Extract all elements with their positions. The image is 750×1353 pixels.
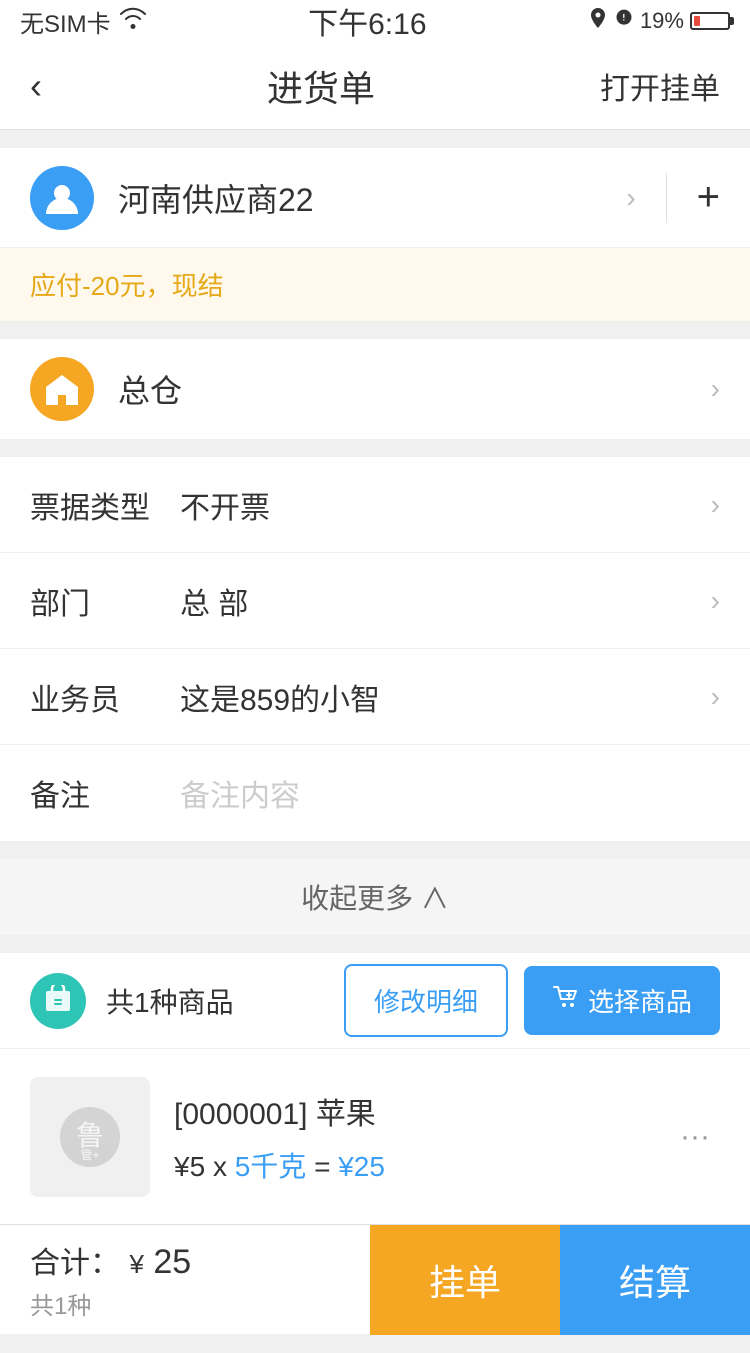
bottom-total: 合计： ¥ 25 共1种: [0, 1238, 370, 1321]
bottom-bar: 合计： ¥ 25 共1种 挂单 结算: [0, 1224, 750, 1334]
warehouse-name: 总仓: [118, 366, 711, 412]
total-amount-display: 合计： ¥ 25: [30, 1238, 370, 1282]
quantity-value: 5千克: [235, 1151, 307, 1182]
warehouse-row[interactable]: 总仓 ›: [0, 339, 750, 439]
supplier-chevron-icon: ›: [626, 182, 635, 214]
total-number: 25: [153, 1243, 191, 1281]
invoice-type-value: 不开票: [170, 483, 711, 527]
status-bar: 无SIM卡 下午6:16 19%: [0, 0, 750, 42]
department-label: 部门: [30, 579, 170, 623]
warehouse-icon: [30, 357, 94, 421]
edit-detail-button[interactable]: 修改明细: [344, 964, 508, 1037]
salesperson-label: 业务员: [30, 675, 170, 719]
location-icon: [588, 8, 608, 34]
svg-text:鲁: 鲁: [76, 1120, 104, 1151]
product-code: [0000001]: [174, 1098, 307, 1131]
product-count-text: 共1种商品: [106, 981, 344, 1021]
salesperson-value: 这是859的小智: [170, 675, 711, 719]
department-row[interactable]: 部门 总 部 ›: [0, 553, 750, 649]
product-header: 共1种商品 修改明细 选择商品: [0, 953, 750, 1049]
salesperson-chevron-icon: ›: [711, 681, 720, 713]
product-price: ¥5 x 5千克 = ¥25: [174, 1145, 670, 1185]
status-right: 19%: [588, 8, 730, 34]
price-multiply: x: [213, 1151, 235, 1182]
svg-text:管+: 管+: [80, 1147, 99, 1162]
alarm-icon: [614, 8, 634, 34]
select-product-button[interactable]: 选择商品: [524, 966, 720, 1035]
wifi-icon: [119, 7, 147, 36]
product-item: 鲁 管+ [0000001] 苹果 ¥5 x 5千克 = ¥25 ···: [0, 1049, 750, 1225]
department-chevron-icon: ›: [711, 585, 720, 617]
collapse-text: 收起更多 ∧: [301, 877, 449, 917]
nav-bar: ‹ 进货单 打开挂单: [0, 42, 750, 130]
supplier-row[interactable]: 河南供应商22 › +: [0, 148, 750, 248]
supplier-name: 河南供应商22: [118, 175, 626, 221]
product-title: 苹果: [316, 1098, 376, 1131]
remark-label: 备注: [30, 771, 170, 815]
back-button[interactable]: ‹: [30, 65, 42, 107]
product-thumbnail: 鲁 管+: [30, 1077, 150, 1197]
top-spacer: [0, 130, 750, 148]
price-value: ¥5: [174, 1151, 205, 1182]
product-count-icon: [30, 973, 86, 1029]
form-card: 票据类型 不开票 › 部门 总 部 › 业务员 这是859的小智 › 备注 备注…: [0, 457, 750, 841]
cart-icon: [552, 985, 580, 1016]
product-info: [0000001] 苹果 ¥5 x 5千克 = ¥25: [174, 1089, 670, 1185]
battery-icon: [690, 12, 730, 30]
battery-percent: 19%: [640, 8, 684, 34]
page-title: 进货单: [267, 60, 375, 112]
salesperson-row[interactable]: 业务员 这是859的小智 ›: [0, 649, 750, 745]
divider: [666, 173, 667, 223]
select-product-label: 选择商品: [588, 982, 692, 1019]
total-label: 合计：: [30, 1247, 120, 1280]
total-symbol: ¥: [129, 1249, 143, 1279]
status-left: 无SIM卡: [20, 4, 147, 39]
invoice-type-row[interactable]: 票据类型 不开票 ›: [0, 457, 750, 553]
invoice-type-label: 票据类型: [30, 483, 170, 527]
total-count: 共1种: [30, 1286, 370, 1321]
remark-value: 备注内容: [170, 771, 720, 815]
open-hang-button[interactable]: 打开挂单: [600, 64, 720, 108]
price-equals: =: [314, 1151, 338, 1182]
carrier-text: 无SIM卡: [20, 4, 111, 39]
supplier-avatar: [30, 166, 94, 230]
product-name: [0000001] 苹果: [174, 1089, 670, 1133]
hang-button[interactable]: 挂单: [370, 1225, 560, 1335]
remark-row[interactable]: 备注 备注内容: [0, 745, 750, 841]
add-supplier-button[interactable]: +: [697, 175, 720, 220]
invoice-type-chevron-icon: ›: [711, 489, 720, 521]
department-value: 总 部: [170, 579, 711, 623]
collapse-row[interactable]: 收起更多 ∧: [0, 859, 750, 935]
warehouse-chevron-icon: ›: [711, 373, 720, 405]
product-section: 共1种商品 修改明细 选择商品 鲁 管+ [000: [0, 953, 750, 1225]
supplier-card: 河南供应商22 › + 应付-20元，现结: [0, 148, 750, 321]
status-time: 下午6:16: [308, 0, 426, 43]
product-more-button[interactable]: ···: [670, 1110, 720, 1164]
total-value: ¥25: [338, 1151, 385, 1182]
settle-button[interactable]: 结算: [560, 1225, 750, 1335]
payment-notice: 应付-20元，现结: [0, 248, 750, 321]
